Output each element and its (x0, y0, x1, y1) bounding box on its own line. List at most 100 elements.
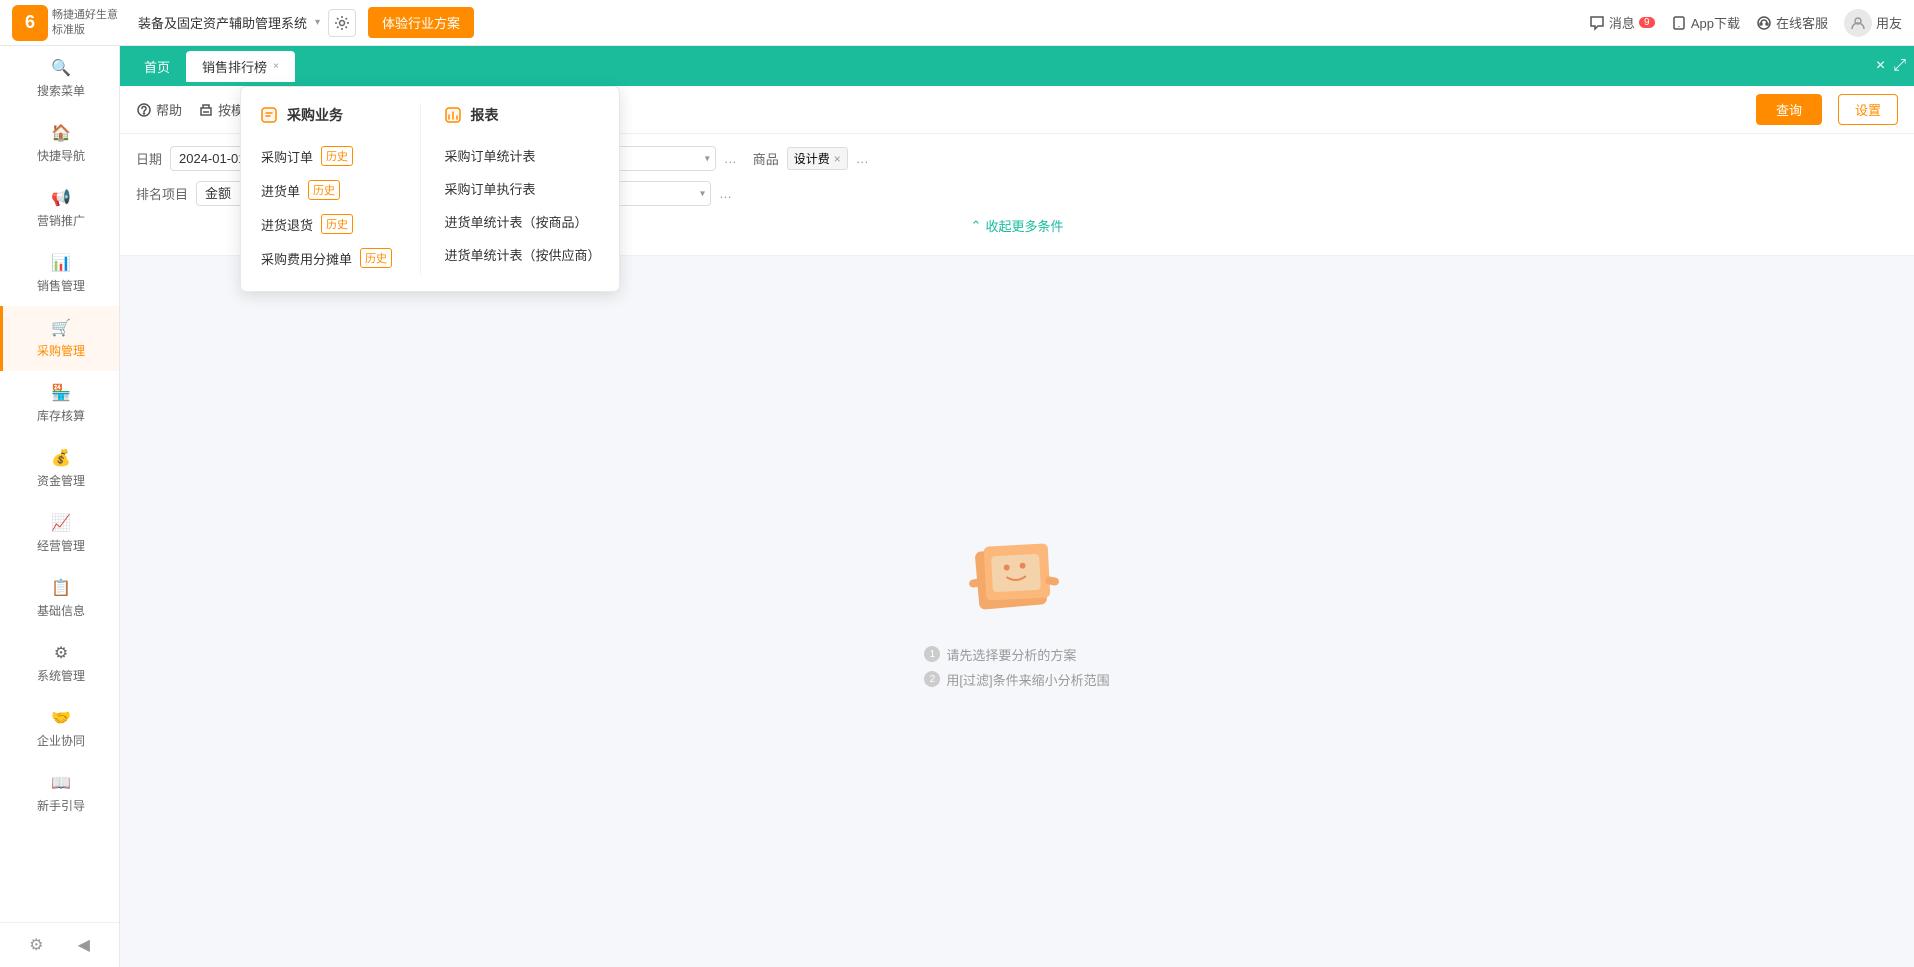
query-btn[interactable]: 查询 (1756, 94, 1822, 125)
dropdown-item-inbound-return[interactable]: 进货退货 历史 (257, 207, 420, 241)
sales-icon: 📊 (51, 253, 71, 273)
dropdown-section-report: 报表 采购订单统计表 采购订单执行表 进货单统计表（按商品） 进货单统计表（按供… (420, 103, 604, 275)
user-label: 用友 (1876, 13, 1902, 32)
newuser-icon: 📖 (51, 773, 71, 793)
dropdown-item-inbound-stats-goods[interactable]: 进货单统计表（按商品） (441, 205, 604, 238)
user-btn[interactable]: 用友 (1844, 9, 1902, 37)
tip2-text: 用[过滤]条件来缩小分析范围 (946, 670, 1109, 689)
search-icon: 🔍 (51, 58, 71, 78)
po-exec-label: 采购订单执行表 (445, 179, 536, 198)
goods-label: 商品 (753, 149, 779, 168)
collapse-label: 收起更多条件 (985, 216, 1063, 235)
dropdown-section-purchase: 采购业务 采购订单 历史 进货单 历史 进货退货 历史 (257, 103, 420, 275)
tip1-num: 1 (924, 646, 940, 662)
operation-icon: 📈 (51, 513, 71, 533)
sidebar-item-collab[interactable]: 🤝 企业协同 (0, 696, 119, 761)
finance-icon: 💰 (51, 448, 71, 468)
help-btn[interactable]: 帮助 (136, 100, 182, 119)
empty-tips: 1 请先选择要分析的方案 2 用[过滤]条件来缩小分析范围 (924, 645, 1109, 695)
tabs-bar-right: × ⤢ (1876, 57, 1906, 75)
sidebar-item-finance-label: 资金管理 (37, 472, 85, 489)
sidebar-item-basicinfo[interactable]: 📋 基础信息 (0, 566, 119, 631)
sidebar-item-marketing[interactable]: 📢 营销推广 (0, 176, 119, 241)
home-icon: 🏠 (51, 123, 71, 143)
customer-dots[interactable]: … (719, 186, 732, 201)
inbound-stats-goods-label: 进货单统计表（按商品） (445, 212, 588, 231)
sidebar-item-marketing-label: 营销推广 (37, 212, 85, 229)
dropdown-item-po-stats[interactable]: 采购订单统计表 (441, 139, 604, 172)
purchase-expense-label: 采购费用分摊单 (261, 249, 352, 268)
system-icon: ⚙ (54, 643, 68, 663)
service-btn[interactable]: 在线客服 (1756, 13, 1828, 32)
report-section-title: 报表 (441, 103, 604, 127)
sidebar-item-search-label: 搜索菜单 (37, 82, 85, 99)
purchase-section-icon (257, 103, 281, 127)
inbound-return-history[interactable]: 历史 (321, 214, 353, 234)
sidebar-item-sales[interactable]: 📊 销售管理 (0, 241, 119, 306)
sidebar-menu: 🔍 搜索菜单 🏠 快捷导航 📢 营销推广 📊 销售管理 🛒 采购管 (0, 46, 119, 922)
sidebar-item-purchase[interactable]: 🛒 采购管理 (0, 306, 119, 371)
purchase-order-history[interactable]: 历史 (321, 146, 353, 166)
sidebar-item-system[interactable]: ⚙ 系统管理 (0, 631, 119, 696)
app-download-btn[interactable]: App下载 (1671, 13, 1740, 32)
tab-close-all-btn[interactable]: × (1876, 57, 1885, 75)
purchase-dropdown: 采购业务 采购订单 历史 进货单 历史 进货退货 历史 (240, 86, 620, 292)
dropdown-item-purchase-order[interactable]: 采购订单 历史 (257, 139, 420, 173)
inbound-history[interactable]: 历史 (308, 180, 340, 200)
inventory-icon: 🏪 (51, 383, 71, 403)
sidebar-item-inventory[interactable]: 🏪 库存核算 (0, 371, 119, 436)
industry-btn[interactable]: 体验行业方案 (368, 7, 474, 38)
sidebar-item-operation[interactable]: 📈 经营管理 (0, 501, 119, 566)
service-label: 在线客服 (1776, 13, 1828, 32)
logo-icon: 6 (12, 5, 48, 41)
sidebar-item-system-label: 系统管理 (37, 667, 85, 684)
sidebar-item-search[interactable]: 🔍 搜索菜单 (0, 46, 119, 111)
top-bar: 6 畅捷通好生意 标准版 装备及固定资产辅助管理系统 ▾ 体验行业方案 消息 9 (0, 0, 1914, 46)
main-area: 🔍 搜索菜单 🏠 快捷导航 📢 营销推广 📊 销售管理 🛒 采购管 (0, 46, 1914, 967)
content-area: 首页 销售排行榜 × × ⤢ 帮助 按模板打印 (120, 46, 1914, 967)
empty-state: 1 请先选择要分析的方案 2 用[过滤]条件来缩小分析范围 (924, 529, 1109, 695)
sidebar-item-collab-label: 企业协同 (37, 732, 85, 749)
avatar (1844, 9, 1872, 37)
dropdown-arrow-icon[interactable]: ▾ (315, 17, 320, 28)
purchase-order-label: 采购订单 (261, 147, 313, 166)
sidebar-item-operation-label: 经营管理 (37, 537, 85, 554)
dropdown-item-po-exec[interactable]: 采购订单执行表 (441, 172, 604, 205)
tab-sales-rank-label: 销售排行榜 (202, 57, 267, 76)
sidebar-item-quicknav[interactable]: 🏠 快捷导航 (0, 111, 119, 176)
tab-close-icon[interactable]: × (273, 61, 279, 72)
purchase-expense-history[interactable]: 历史 (360, 248, 392, 268)
inbound-stats-supplier-label: 进货单统计表（按供应商） (445, 245, 600, 264)
section2-title: 报表 (471, 105, 499, 125)
sidebar-footer-collapse[interactable]: ◀ (78, 935, 90, 955)
report-section-icon (441, 103, 465, 127)
message-badge: 9 (1639, 17, 1655, 28)
voucher-status-dots[interactable]: … (724, 151, 737, 166)
logo-text: 畅捷通好生意 标准版 (52, 8, 118, 37)
app-download-label: App下载 (1691, 13, 1740, 32)
tip2-num: 2 (924, 671, 940, 687)
goods-tag-close[interactable]: × (834, 152, 841, 166)
logo-area: 6 畅捷通好生意 标准版 (12, 5, 118, 41)
sidebar-item-newuser[interactable]: 📖 新手引导 (0, 761, 119, 826)
set-btn[interactable]: 设置 (1838, 94, 1898, 125)
sidebar-footer-settings[interactable]: ⚙ (29, 935, 43, 955)
settings-icon-btn[interactable] (328, 9, 356, 37)
empty-svg (957, 529, 1077, 629)
sidebar-item-quicknav-label: 快捷导航 (37, 147, 85, 164)
goods-dots[interactable]: … (856, 151, 869, 166)
dropdown-item-inbound-stats-supplier[interactable]: 进货单统计表（按供应商） (441, 238, 604, 271)
message-btn[interactable]: 消息 9 (1589, 13, 1655, 32)
tab-expand-btn[interactable]: ⤢ (1893, 57, 1906, 75)
empty-illustration (957, 529, 1077, 629)
collapse-btn[interactable]: ⌃ 收起更多条件 (971, 216, 1064, 235)
sidebar-item-finance[interactable]: 💰 资金管理 (0, 436, 119, 501)
inbound-label: 进货单 (261, 181, 300, 200)
tab-sales-rank[interactable]: 销售排行榜 × (186, 51, 295, 82)
dropdown-item-inbound[interactable]: 进货单 历史 (257, 173, 420, 207)
dropdown-item-purchase-expense[interactable]: 采购费用分摊单 历史 (257, 241, 420, 275)
tabs-bar: 首页 销售排行榜 × × ⤢ (120, 46, 1914, 86)
tab-home[interactable]: 首页 (128, 51, 186, 82)
purchase-icon: 🛒 (51, 318, 71, 338)
app-container: 6 畅捷通好生意 标准版 装备及固定资产辅助管理系统 ▾ 体验行业方案 消息 9 (0, 0, 1914, 967)
